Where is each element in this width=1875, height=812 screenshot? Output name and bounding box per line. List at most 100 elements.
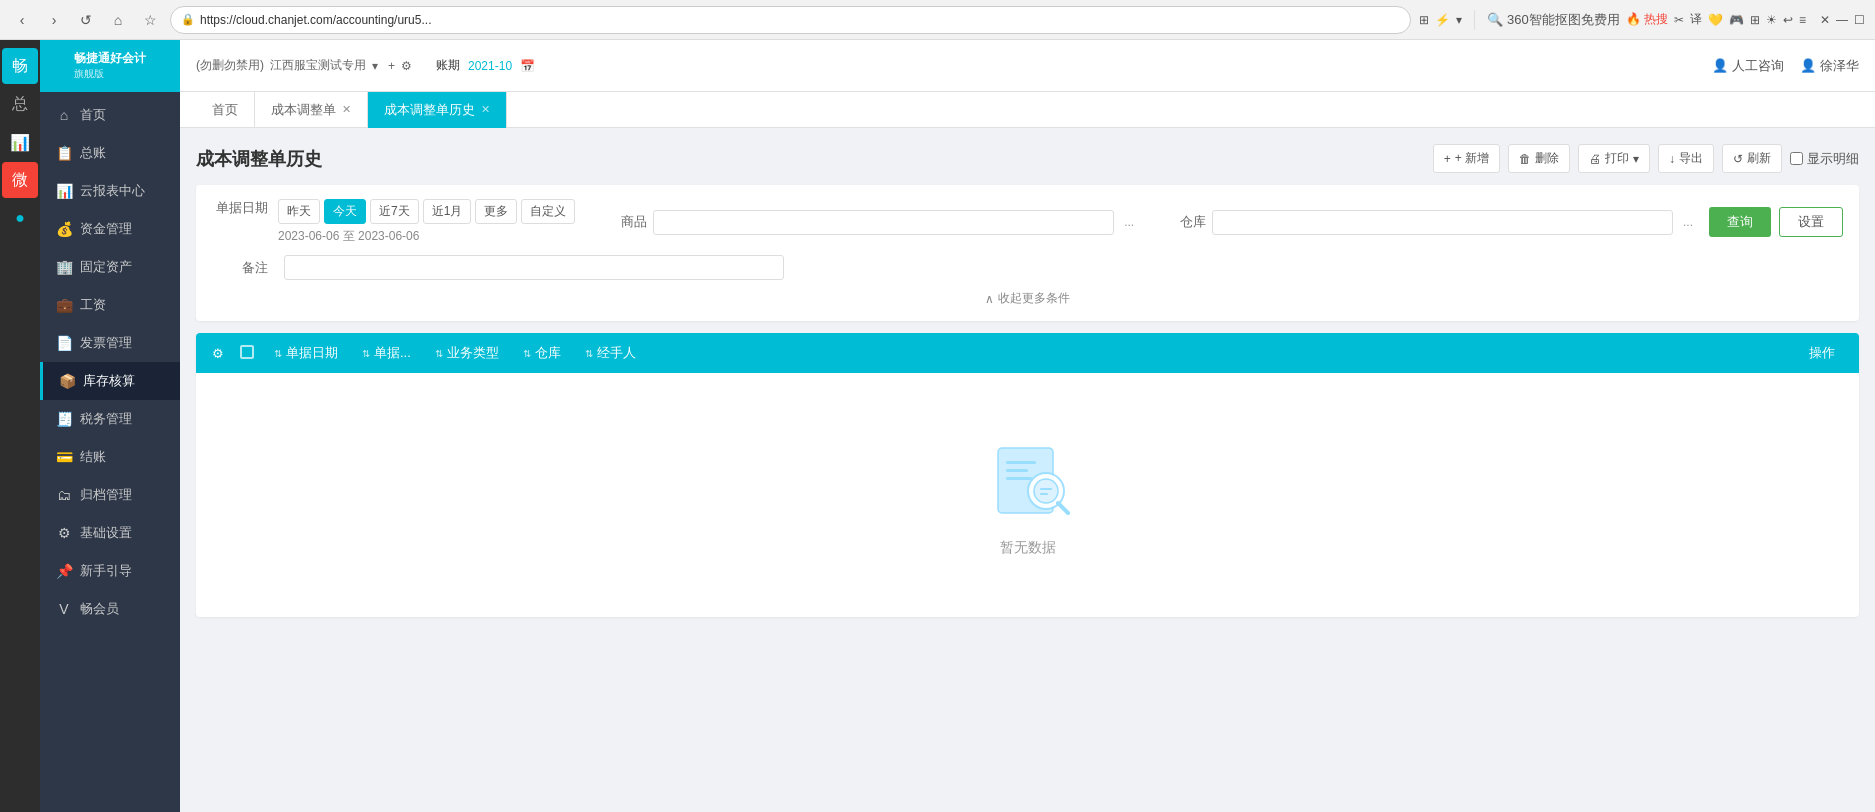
date-btn-更多[interactable]: 更多 bbox=[475, 199, 517, 224]
translate-icon[interactable]: 译 bbox=[1690, 11, 1702, 28]
dropdown-icon[interactable]: ▾ bbox=[1456, 13, 1462, 27]
export-btn[interactable]: ↓ 导出 bbox=[1658, 144, 1714, 173]
minimize-icon[interactable]: — bbox=[1836, 13, 1848, 27]
brightness-icon[interactable]: ☀ bbox=[1766, 13, 1777, 27]
company-info: (勿删勿禁用) 江西服宝测试专用 ▾ + ⚙ bbox=[196, 57, 412, 74]
user-info[interactable]: 👤 徐泽华 bbox=[1800, 57, 1859, 75]
sidebar-item-guide[interactable]: 📌 新手引导 bbox=[40, 552, 180, 590]
close-icon[interactable]: ✕ bbox=[1820, 13, 1830, 27]
goods-input[interactable] bbox=[662, 215, 962, 230]
forward-btn[interactable]: › bbox=[42, 8, 66, 32]
delete-icon: 🗑 bbox=[1519, 152, 1531, 166]
filter-settings-btn[interactable]: 设置 bbox=[1779, 207, 1843, 237]
hot-icon[interactable]: 🔥 热搜 bbox=[1626, 11, 1668, 28]
col-header-date[interactable]: ⇅ 单据日期 bbox=[262, 344, 350, 362]
sidebar-icon-payroll: 💼 bbox=[56, 297, 72, 313]
rail-item-5[interactable]: ● bbox=[2, 200, 38, 236]
select-all-checkbox[interactable] bbox=[240, 345, 254, 359]
sidebar-item-inventory[interactable]: 📦 库存核算 bbox=[40, 362, 180, 400]
rail-item-1[interactable]: 畅 bbox=[2, 48, 38, 84]
sidebar-item-settlement[interactable]: 💳 结账 bbox=[40, 438, 180, 476]
show-cols-label[interactable]: 显示明细 bbox=[1790, 150, 1859, 168]
url-bar[interactable]: 🔒 https://cloud.chanjet.com/accounting/u… bbox=[170, 6, 1411, 34]
date-btn-近7天[interactable]: 近7天 bbox=[370, 199, 419, 224]
company-dropdown[interactable]: ▾ bbox=[372, 59, 378, 73]
date-btn-自定义[interactable]: 自定义 bbox=[521, 199, 575, 224]
tab-close-cost-adjust-history[interactable]: ✕ bbox=[481, 103, 490, 116]
collapse-btn[interactable]: ∧ 收起更多条件 bbox=[212, 290, 1843, 307]
grid-icon[interactable]: ⊞ bbox=[1750, 13, 1760, 27]
sidebar-label-invoices: 发票管理 bbox=[80, 334, 132, 352]
consulting-btn[interactable]: 👤 人工咨询 bbox=[1712, 57, 1784, 75]
sidebar-item-funds[interactable]: 💰 资金管理 bbox=[40, 210, 180, 248]
calendar-icon[interactable]: 📅 bbox=[520, 59, 535, 73]
refresh-btn[interactable]: ↺ bbox=[74, 8, 98, 32]
home-btn[interactable]: ⌂ bbox=[106, 8, 130, 32]
search-icon[interactable]: 🔍 360智能抠图免费用 bbox=[1487, 11, 1619, 29]
back-btn[interactable]: ‹ bbox=[10, 8, 34, 32]
refresh-btn[interactable]: ↺ 刷新 bbox=[1722, 144, 1782, 173]
company-settings-icon[interactable]: ⚙ bbox=[401, 59, 412, 73]
col-header-number[interactable]: ⇅ 单据... bbox=[350, 344, 423, 362]
remark-input[interactable] bbox=[293, 260, 613, 275]
sidebar-item-tax[interactable]: 🧾 税务管理 bbox=[40, 400, 180, 438]
sidebar-label-reports: 云报表中心 bbox=[80, 182, 145, 200]
wallet-icon[interactable]: 💛 bbox=[1708, 13, 1723, 27]
undo-icon[interactable]: ↩ bbox=[1783, 13, 1793, 27]
date-btn-今天[interactable]: 今天 bbox=[324, 199, 366, 224]
date-group: 昨天今天近7天近1月更多自定义 2023-06-06 至 2023-06-06 bbox=[278, 199, 575, 245]
tab-cost-adjust[interactable]: 成本调整单✕ bbox=[255, 92, 368, 128]
sidebar-label-fixed-assets: 固定资产 bbox=[80, 258, 132, 276]
date-btn-昨天[interactable]: 昨天 bbox=[278, 199, 320, 224]
query-btn[interactable]: 查询 bbox=[1709, 207, 1771, 237]
sidebar-item-payroll[interactable]: 💼 工资 bbox=[40, 286, 180, 324]
url-text: https://cloud.chanjet.com/accounting/uru… bbox=[200, 13, 431, 27]
table-gear-btn[interactable]: ⚙ bbox=[204, 339, 232, 367]
more-icon[interactable]: ≡ bbox=[1799, 13, 1806, 27]
col-header-warehouse[interactable]: ⇅ 仓库 bbox=[511, 344, 573, 362]
warehouse-more-icon[interactable]: ... bbox=[1683, 215, 1693, 229]
add-company-btn[interactable]: + bbox=[388, 59, 395, 73]
star-btn[interactable]: ☆ bbox=[138, 8, 162, 32]
col-label-type: 业务类型 bbox=[447, 344, 499, 362]
tab-home[interactable]: 首页 bbox=[196, 92, 255, 128]
delete-btn[interactable]: 🗑 删除 bbox=[1508, 144, 1570, 173]
tab-label-home: 首页 bbox=[212, 101, 238, 119]
sidebar-item-ledger[interactable]: 📋 总账 bbox=[40, 134, 180, 172]
goods-more-icon[interactable]: ... bbox=[1124, 215, 1134, 229]
sidebar-item-settings[interactable]: ⚙ 基础设置 bbox=[40, 514, 180, 552]
scissors-icon[interactable]: ✂ bbox=[1674, 13, 1684, 27]
sidebar-icon-reports: 📊 bbox=[56, 183, 72, 199]
sort-icon-operator: ⇅ bbox=[585, 348, 593, 359]
collapse-area: ∧ 收起更多条件 bbox=[212, 290, 1843, 307]
sidebar-item-reports[interactable]: 📊 云报表中心 bbox=[40, 172, 180, 210]
sidebar-item-invoices[interactable]: 📄 发票管理 bbox=[40, 324, 180, 362]
print-btn[interactable]: 🖨 打印 ▾ bbox=[1578, 144, 1650, 173]
svg-line-6 bbox=[1058, 503, 1068, 513]
tab-cost-adjust-history[interactable]: 成本调整单历史✕ bbox=[368, 92, 507, 128]
rail-item-3[interactable]: 📊 bbox=[2, 124, 38, 160]
tab-close-cost-adjust[interactable]: ✕ bbox=[342, 103, 351, 116]
new-btn[interactable]: + + 新增 bbox=[1433, 144, 1500, 173]
sidebar-item-archive[interactable]: 🗂 归档管理 bbox=[40, 476, 180, 514]
main-content: (勿删勿禁用) 江西服宝测试专用 ▾ + ⚙ 账期 2021-10 📅 👤 人工… bbox=[180, 40, 1875, 812]
extension-icon[interactable]: ⊞ bbox=[1419, 13, 1429, 27]
table-checkbox-all[interactable] bbox=[240, 345, 254, 362]
company-name: 江西服宝测试专用 bbox=[270, 57, 366, 74]
maximize-icon[interactable]: ☐ bbox=[1854, 13, 1865, 27]
game-icon[interactable]: 🎮 bbox=[1729, 13, 1744, 27]
page-actions: + + 新增 🗑 删除 🖨 打印 ▾ ↓ 导出 bbox=[1433, 144, 1859, 173]
col-header-type[interactable]: ⇅ 业务类型 bbox=[423, 344, 511, 362]
lightning-icon[interactable]: ⚡ bbox=[1435, 13, 1450, 27]
lock-icon: 🔒 bbox=[181, 13, 195, 26]
sidebar-item-home[interactable]: ⌂ 首页 bbox=[40, 96, 180, 134]
rail-item-2[interactable]: 总 bbox=[2, 86, 38, 122]
empty-text: 暂无数据 bbox=[1000, 539, 1056, 557]
warehouse-input[interactable] bbox=[1221, 215, 1521, 230]
rail-item-4[interactable]: 微 bbox=[2, 162, 38, 198]
date-btn-近1月[interactable]: 近1月 bbox=[423, 199, 472, 224]
sidebar-item-member[interactable]: V 畅会员 bbox=[40, 590, 180, 628]
sidebar-item-fixed-assets[interactable]: 🏢 固定资产 bbox=[40, 248, 180, 286]
show-cols-checkbox[interactable] bbox=[1790, 152, 1803, 165]
col-header-operator[interactable]: ⇅ 经手人 bbox=[573, 344, 648, 362]
